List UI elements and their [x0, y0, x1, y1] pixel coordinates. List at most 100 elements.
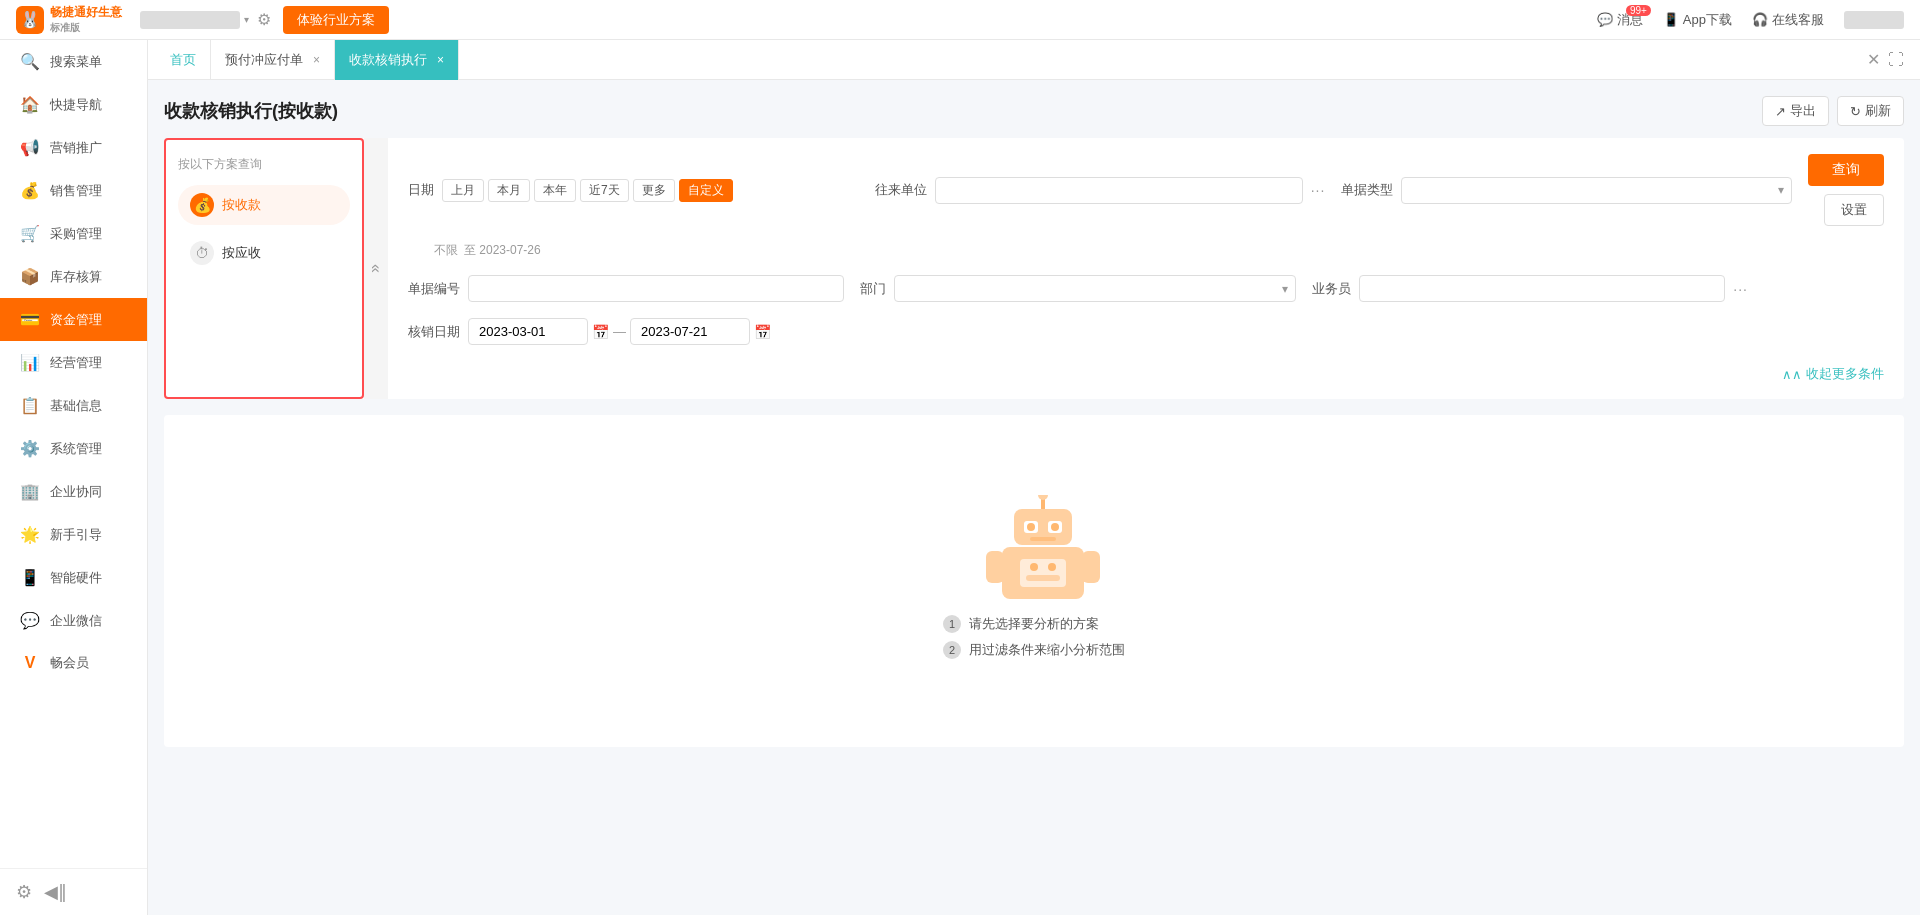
sidebar-item-ops[interactable]: 📊 经营管理 — [0, 341, 147, 384]
verify-end-cal-icon[interactable]: 📅 — [754, 324, 771, 340]
date-this-year[interactable]: 本年 — [534, 179, 576, 202]
sidebar-item-finance[interactable]: 💳 资金管理 — [0, 298, 147, 341]
doc-no-input[interactable] — [468, 275, 844, 302]
partner-input[interactable] — [935, 177, 1303, 204]
message-badge: 99+ — [1626, 5, 1651, 16]
refresh-button[interactable]: ↻ 刷新 — [1837, 96, 1904, 126]
verify-date-field: 核销日期 📅 — 📅 — [408, 318, 1884, 345]
empty-hints-list: 1 请先选择要分析的方案 2 用过滤条件来缩小分析范围 — [943, 615, 1125, 667]
date-no-limit-row: 不限 至 2023-07-26 — [434, 242, 1884, 259]
sales-icon: 💰 — [20, 181, 40, 200]
filter-left-panel: 按以下方案查询 💰 按收款 ⏱ 按应收 — [164, 138, 364, 399]
filter-option-by-receipt[interactable]: 💰 按收款 — [178, 185, 350, 225]
tab-prepay-close[interactable]: × — [313, 53, 320, 67]
date-no-limit-label: 不限 — [434, 242, 458, 259]
date-more[interactable]: 更多 — [633, 179, 675, 202]
filter-option-by-receivable[interactable]: ⏱ 按应收 — [178, 233, 350, 273]
filter-action-col: 查询 设置 — [1808, 154, 1884, 226]
sidebar-item-marketing[interactable]: 📢 营销推广 — [0, 126, 147, 169]
doc-type-field: 单据类型 ▾ — [1341, 177, 1792, 204]
tab-receipt-verify-close[interactable]: × — [437, 53, 444, 67]
verify-date-separator: — — [613, 324, 626, 339]
sidebar-item-inventory[interactable]: 📦 库存核算 — [0, 255, 147, 298]
filter-container: 按以下方案查询 💰 按收款 ⏱ 按应收 « 日期 — [164, 138, 1904, 399]
message-button[interactable]: 💬 消息 99+ — [1597, 11, 1643, 29]
filter-collapse-button[interactable]: « — [364, 138, 388, 399]
page-title-actions: ↗ 导出 ↻ 刷新 — [1762, 96, 1904, 126]
sidebar-item-sales[interactable]: 💰 销售管理 — [0, 169, 147, 212]
empty-state: 1 请先选择要分析的方案 2 用过滤条件来缩小分析范围 — [164, 415, 1904, 747]
verify-date-group: 📅 — 📅 — [468, 318, 771, 345]
verify-date-end-input[interactable] — [630, 318, 750, 345]
date-custom[interactable]: 自定义 — [679, 179, 733, 202]
staff-label: 业务员 — [1312, 280, 1351, 298]
marketing-icon: 📢 — [20, 138, 40, 157]
doc-no-field: 单据编号 — [408, 275, 844, 302]
expand-tabs-icon[interactable]: ⛶ — [1888, 51, 1904, 69]
close-all-tabs-icon[interactable]: ✕ — [1867, 50, 1880, 69]
partner-more-icon[interactable]: ··· — [1311, 182, 1326, 198]
sidebar-item-guide[interactable]: 🌟 新手引导 — [0, 513, 147, 556]
tab-bar: 首页 预付冲应付单 × 收款核销执行 × ✕ ⛶ — [148, 40, 1920, 80]
sidebar-item-wechat[interactable]: 💬 企业微信 — [0, 599, 147, 642]
doc-type-select-wrapper: ▾ — [1401, 177, 1792, 204]
sidebar-item-member[interactable]: V 畅会员 — [0, 642, 147, 684]
tab-bar-right: ✕ ⛶ — [1867, 50, 1912, 69]
doc-no-label: 单据编号 — [408, 280, 460, 298]
tab-receipt-verify[interactable]: 收款核销执行 × — [335, 40, 459, 80]
verify-date-start-input[interactable] — [468, 318, 588, 345]
partner-label: 往来单位 — [875, 181, 927, 199]
svg-point-10 — [1030, 563, 1038, 571]
app-version: 标准版 — [50, 21, 122, 35]
date-7days[interactable]: 近7天 — [580, 179, 629, 202]
sidebar-item-corp[interactable]: 🏢 企业协同 — [0, 470, 147, 513]
export-icon: ↗ — [1775, 104, 1786, 119]
page-content: 收款核销执行(按收款) ↗ 导出 ↻ 刷新 按以下方案查询 💰 按收款 — [148, 80, 1920, 915]
app-download-button[interactable]: 📱 App下载 — [1663, 11, 1732, 29]
header-chevron-icon[interactable]: ▾ — [244, 14, 249, 25]
user-avatar[interactable] — [1844, 11, 1904, 29]
logo-icon: 🐰 — [16, 6, 44, 34]
query-button[interactable]: 查询 — [1808, 154, 1884, 186]
brand-text: 畅捷通好生意 标准版 — [50, 4, 122, 35]
staff-more-icon[interactable]: ··· — [1733, 281, 1748, 297]
export-button[interactable]: ↗ 导出 — [1762, 96, 1829, 126]
sidebar-item-hardware[interactable]: 📱 智能硬件 — [0, 556, 147, 599]
sidebar-item-system[interactable]: ⚙️ 系统管理 — [0, 427, 147, 470]
collapse-sidebar-icon[interactable]: ◀‖ — [44, 881, 67, 903]
date-this-month[interactable]: 本月 — [488, 179, 530, 202]
sidebar-item-basic[interactable]: 📋 基础信息 — [0, 384, 147, 427]
staff-input[interactable] — [1359, 275, 1725, 302]
collapse-more-row: ∧∧ 收起更多条件 — [408, 361, 1884, 383]
online-service-button[interactable]: 🎧 在线客服 — [1752, 11, 1824, 29]
svg-rect-14 — [1082, 551, 1100, 583]
settings-bottom-icon[interactable]: ⚙ — [16, 881, 32, 903]
doc-type-select[interactable] — [1401, 177, 1792, 204]
tab-prepay[interactable]: 预付冲应付单 × — [211, 40, 335, 80]
date-label: 日期 — [408, 181, 434, 199]
partner-field: 往来单位 ··· — [875, 177, 1326, 204]
verify-date-label: 核销日期 — [408, 323, 460, 341]
sidebar-item-search-menu[interactable]: 🔍 搜索菜单 — [0, 40, 147, 83]
solution-button[interactable]: 体验行业方案 — [283, 6, 389, 34]
verify-start-cal-icon[interactable]: 📅 — [592, 324, 609, 340]
svg-rect-9 — [1020, 559, 1066, 587]
receipt-option-icon: 💰 — [190, 193, 214, 217]
staff-field: 业务员 ··· — [1312, 275, 1748, 302]
home-icon: 🏠 — [20, 95, 40, 114]
date-field: 日期 上月 本月 本年 近7天 更多 自定义 — [408, 179, 859, 202]
collapse-more-button[interactable]: ∧∧ 收起更多条件 — [1782, 365, 1884, 383]
sidebar-item-purchase[interactable]: 🛒 采购管理 — [0, 212, 147, 255]
main-area: 首页 预付冲应付单 × 收款核销执行 × ✕ ⛶ 收款核销执行(按收款) ↗ 导… — [148, 40, 1920, 915]
date-last-month[interactable]: 上月 — [442, 179, 484, 202]
settings-icon[interactable]: ⚙ — [257, 10, 271, 29]
dept-select[interactable] — [894, 275, 1296, 302]
svg-rect-7 — [1030, 537, 1056, 541]
tab-home[interactable]: 首页 — [156, 40, 211, 80]
guide-icon: 🌟 — [20, 525, 40, 544]
filter-left-title: 按以下方案查询 — [178, 156, 350, 173]
sidebar-item-quick-nav[interactable]: 🏠 快捷导航 — [0, 83, 147, 126]
message-icon: 💬 — [1597, 12, 1613, 27]
page-title-bar: 收款核销执行(按收款) ↗ 导出 ↻ 刷新 — [164, 96, 1904, 126]
settings-button[interactable]: 设置 — [1824, 194, 1884, 226]
